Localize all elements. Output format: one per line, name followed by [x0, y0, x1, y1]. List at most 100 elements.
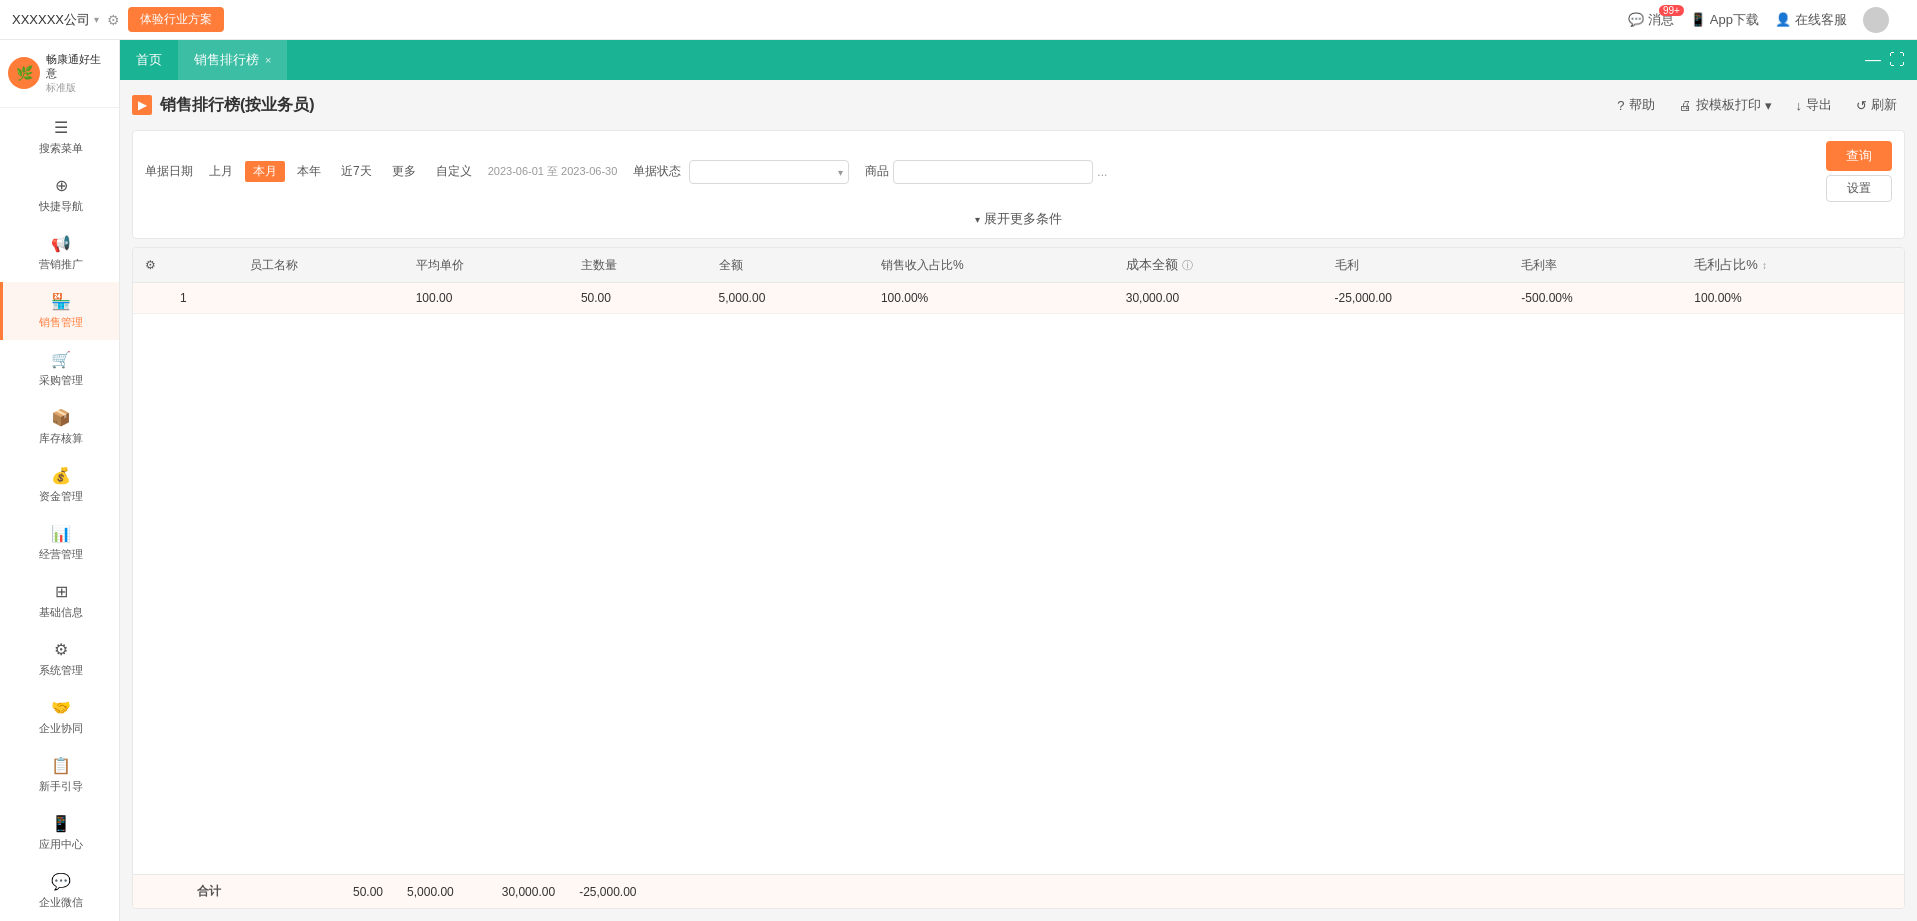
help-button[interactable]: ? 帮助 [1609, 92, 1662, 118]
more-filter-icon[interactable]: ... [1097, 165, 1107, 179]
col-avg-price: 平均单价 [404, 248, 569, 283]
sidebar-item-business[interactable]: 📊 经营管理 [0, 514, 119, 572]
sidebar-item-label: 库存核算 [39, 431, 83, 446]
chevron-down-icon: ▾ [975, 214, 980, 225]
cell-gross-rate: -500.00% [1509, 283, 1682, 314]
window-minimize-icon[interactable]: — [1865, 51, 1881, 69]
sidebar-item-quick-nav[interactable]: ⊕ 快捷导航 [0, 166, 119, 224]
refresh-button[interactable]: ↺ 刷新 [1848, 92, 1905, 118]
sidebar-item-wechat[interactable]: 💬 企业微信 [0, 862, 119, 920]
date-range-display: 2023-06-01 至 2023-06-30 [488, 164, 618, 179]
avatar[interactable] [1863, 7, 1889, 33]
help-label: 帮助 [1629, 96, 1655, 114]
online-service-button[interactable]: 👤 在线客服 [1775, 11, 1847, 29]
company-selector[interactable]: XXXXXX公司 ▾ [12, 11, 99, 29]
marketing-icon: 📢 [51, 234, 71, 253]
sidebar-item-appstore[interactable]: 📱 应用中心 [0, 804, 119, 862]
date-tab-more[interactable]: 更多 [384, 161, 424, 182]
help-icon: ? [1617, 98, 1624, 113]
footer-row: 合计 50.00 5,000.00 30,000.00 -25,000.00 [145, 883, 1892, 900]
cell-cost: 30,000.00 [1114, 283, 1323, 314]
sidebar-item-label: 应用中心 [39, 837, 83, 852]
col-rank [168, 248, 238, 283]
sort-icon[interactable]: ↕ [1762, 260, 1767, 271]
date-filter-label: 单据日期 [145, 163, 193, 180]
appstore-icon: 📱 [51, 814, 71, 833]
table-body: 1 100.00 50.00 5,000.00 100.00% 30,000.0… [133, 283, 1904, 314]
filter-settings-button[interactable]: 设置 [1826, 175, 1892, 202]
sidebar-item-basic[interactable]: ⊞ 基础信息 [0, 572, 119, 630]
date-tab-this-year[interactable]: 本年 [289, 161, 329, 182]
sidebar-item-marketing[interactable]: 📢 营销推广 [0, 224, 119, 282]
chevron-down-icon: ▾ [94, 14, 99, 25]
goods-input-wrapper [893, 160, 1093, 184]
app-icon: 📱 [1690, 12, 1706, 27]
message-badge: 99+ [1659, 5, 1684, 16]
sidebar-item-collab[interactable]: 🤝 企业协同 [0, 688, 119, 746]
message-icon: 💬 [1628, 12, 1644, 27]
sidebar-item-search-order[interactable]: ☰ 搜索菜单 [0, 108, 119, 166]
quick-nav-icon: ⊕ [55, 176, 68, 195]
footer-gross: -25,000.00 [567, 885, 648, 899]
query-button[interactable]: 查询 [1826, 141, 1892, 171]
export-button[interactable]: ↓ 导出 [1788, 92, 1841, 118]
basic-icon: ⊞ [55, 582, 68, 601]
top-bar: XXXXXX公司 ▾ ⚙ 体验行业方案 💬 消息 99+ 📱 App下载 👤 在… [0, 0, 1917, 40]
col-settings[interactable]: ⚙ [133, 248, 168, 283]
trial-button[interactable]: 体验行业方案 [128, 7, 224, 32]
date-tab-custom[interactable]: 自定义 [428, 161, 480, 182]
main-layout: 🌿 畅康通好生意 标准版 ☰ 搜索菜单 ⊕ 快捷导航 📢 营销推广 🏪 销售管理… [0, 40, 1917, 921]
date-tab-prev-month[interactable]: 上月 [201, 161, 241, 182]
sidebar-item-label: 企业微信 [39, 895, 83, 910]
tab-close-icon[interactable]: × [265, 54, 271, 66]
sidebar-item-system[interactable]: ⚙ 系统管理 [0, 630, 119, 688]
message-button[interactable]: 💬 消息 99+ [1628, 11, 1674, 29]
app-download-label: App下载 [1710, 11, 1759, 29]
app-download-button[interactable]: 📱 App下载 [1690, 11, 1759, 29]
date-tab-7days[interactable]: 近7天 [333, 161, 380, 182]
date-filter-group: 单据日期 上月 本月 本年 近7天 更多 自定义 2023-06-01 至 20… [145, 161, 617, 182]
print-dropdown-icon: ▾ [1765, 98, 1772, 113]
status-select[interactable] [689, 160, 849, 184]
tab-sales-rank[interactable]: 销售排行榜 × [178, 40, 287, 80]
sidebar-item-label: 销售管理 [39, 315, 83, 330]
company-name: XXXXXX公司 [12, 11, 90, 29]
table-container: ⚙ 员工名称 平均单价 主数量 全额 销售收入占比% 成本全额 ⓘ [132, 247, 1905, 909]
sidebar-item-inventory[interactable]: 📦 库存核算 [0, 398, 119, 456]
footer-total: 5,000.00 [395, 885, 466, 899]
goods-filter-group: 商品 ... [865, 160, 1107, 184]
col-gross: 毛利 [1323, 248, 1510, 283]
template-print-button[interactable]: 🖨 按模板打印 ▾ [1671, 92, 1780, 118]
goods-filter-label: 商品 [865, 163, 889, 180]
sidebar-item-purchase[interactable]: 🛒 采购管理 [0, 340, 119, 398]
window-expand-icon[interactable]: ⛶ [1889, 51, 1905, 69]
col-gross-rate: 毛利率 [1509, 248, 1682, 283]
cell-avg-price: 100.00 [404, 283, 569, 314]
search-order-icon: ☰ [54, 118, 68, 137]
export-icon: ↓ [1796, 98, 1803, 113]
sidebar-logo: 🌿 畅康通好生意 标准版 [0, 40, 119, 108]
cost-info-icon[interactable]: ⓘ [1182, 258, 1193, 273]
business-icon: 📊 [51, 524, 71, 543]
sidebar-item-label: 采购管理 [39, 373, 83, 388]
footer-cost: 30,000.00 [490, 885, 567, 899]
sidebar-item-sales[interactable]: 🏪 销售管理 [0, 282, 119, 340]
goods-input[interactable] [893, 160, 1093, 184]
guide-icon: 📋 [51, 756, 71, 775]
cell-sales-pct: 100.00% [869, 283, 1114, 314]
gross-pct-col-label: 毛利占比% [1694, 256, 1758, 274]
sidebar-item-finance[interactable]: 💰 资金管理 [0, 456, 119, 514]
expand-more-button[interactable]: ▾ 展开更多条件 [975, 210, 1062, 228]
page-content: ▶ 销售排行榜(按业务员) ? 帮助 🖨 按模板打印 ▾ ↓ [120, 80, 1917, 921]
sidebar-item-guide[interactable]: 📋 新手引导 [0, 746, 119, 804]
cell-employee [238, 283, 403, 314]
logo-text-wrapper: 畅康通好生意 标准版 [46, 52, 111, 95]
col-employee: 员工名称 [238, 248, 403, 283]
sidebar-item-label: 系统管理 [39, 663, 83, 678]
collab-icon: 🤝 [51, 698, 71, 717]
topbar-settings-icon[interactable]: ⚙ [107, 12, 120, 28]
tab-home[interactable]: 首页 [120, 40, 178, 80]
date-tab-this-month[interactable]: 本月 [245, 161, 285, 182]
query-buttons: 查询 设置 [1826, 141, 1892, 202]
table-header: ⚙ 员工名称 平均单价 主数量 全额 销售收入占比% 成本全额 ⓘ [133, 248, 1904, 283]
